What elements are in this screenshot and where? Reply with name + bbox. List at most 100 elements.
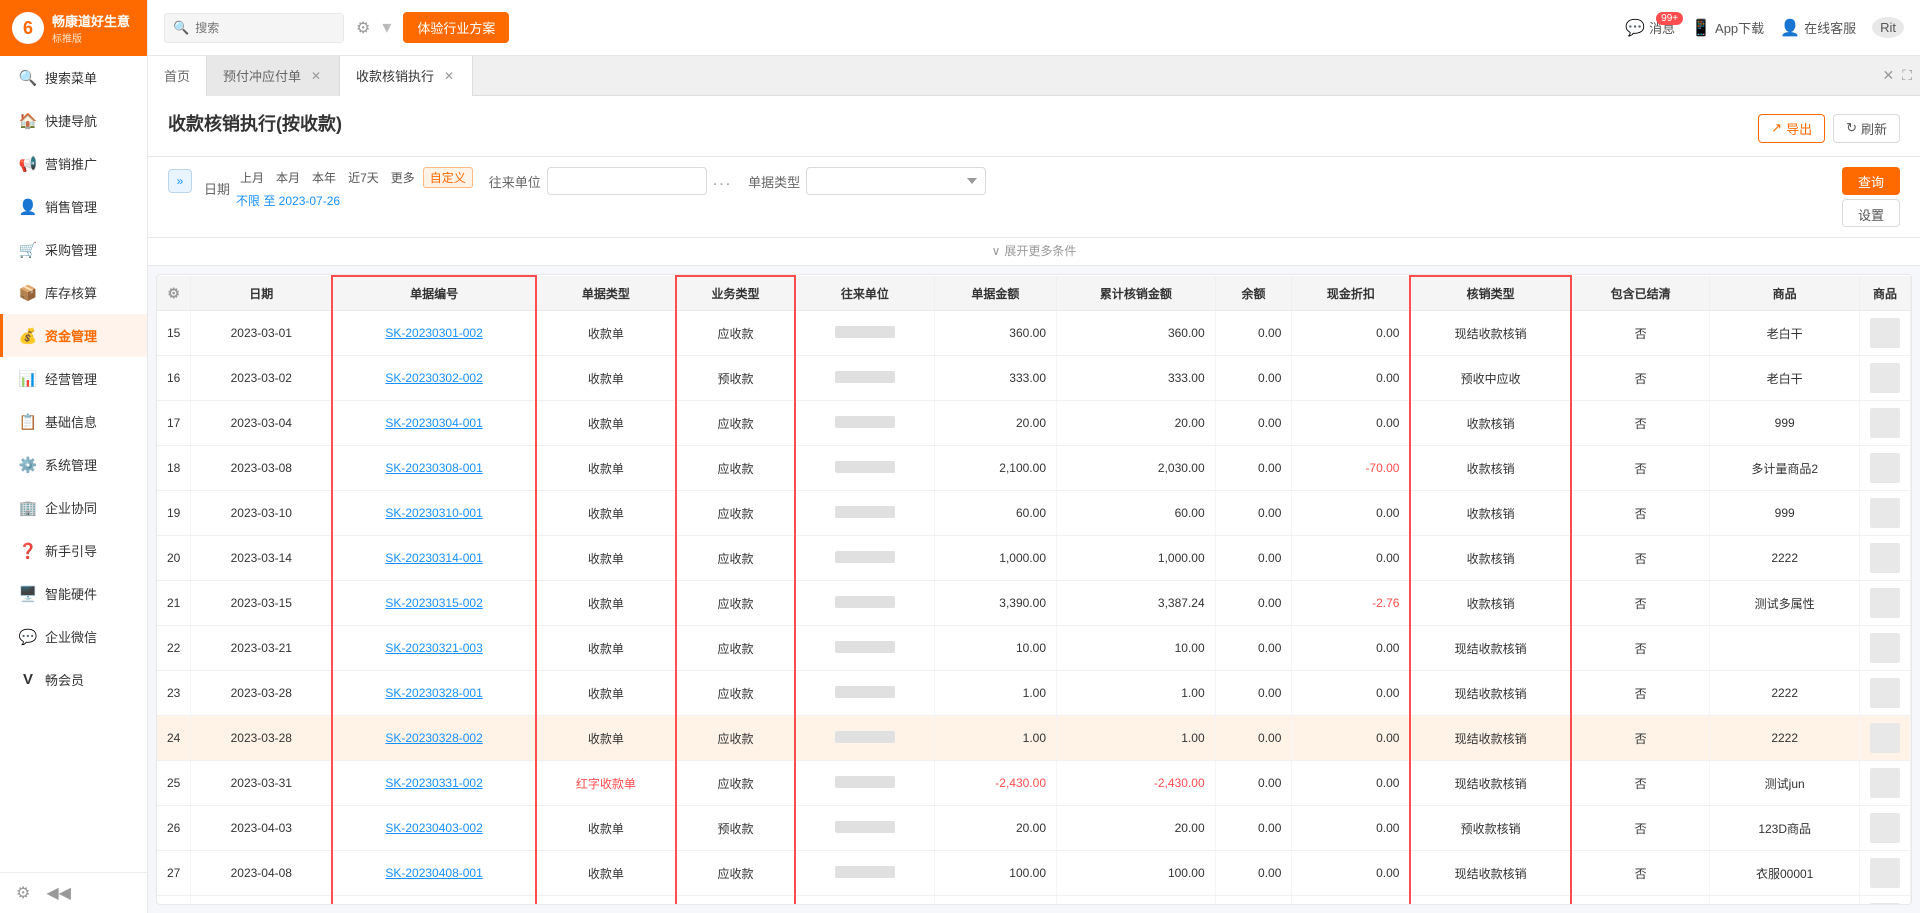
cell-date: 2023-03-31 — [191, 761, 332, 806]
sidebar-item-capital[interactable]: 💰 资金管理 — [0, 314, 147, 357]
sidebar-item-inventory[interactable]: 📦 库存核算 — [0, 271, 147, 314]
settings-filter-button[interactable]: 设置 — [1842, 199, 1900, 227]
sidebar-item-operations[interactable]: 📊 经营管理 — [0, 357, 147, 400]
cell-order-no[interactable]: SK-20230321-003 — [332, 626, 536, 671]
th-order-no: 单据编号 — [332, 276, 536, 311]
sidebar-item-system[interactable]: ⚙️ 系统管理 — [0, 443, 147, 486]
cell-party — [795, 311, 934, 356]
cell-goods: 123D商品 — [1710, 806, 1860, 851]
cell-include-settled: 否 — [1571, 896, 1710, 906]
cell-biz-type: 应收款 — [676, 851, 795, 896]
table-container[interactable]: ⚙ 日期 单据编号 单据类型 业务类型 往来单位 单据金额 累计核销金额 余额 … — [156, 274, 1912, 905]
tab-maximize-button[interactable]: ⛶ — [1902, 67, 1912, 84]
this-month-btn[interactable]: 本月 — [272, 167, 304, 188]
sidebar-item-guide[interactable]: ❓ 新手引导 — [0, 529, 147, 572]
cell-order-no[interactable]: SK-20230304-001 — [332, 401, 536, 446]
th-settings[interactable]: ⚙ — [157, 276, 191, 311]
enterprise-icon: 🏢 — [19, 499, 37, 517]
sidebar-nav: 🔍 搜索菜单 🏠 快捷导航 📢 营销推广 👤 销售管理 🛒 采购管理 📦 库存核… — [0, 56, 147, 872]
cell-cash-discount: 0.00 — [1292, 356, 1411, 401]
sidebar-item-member[interactable]: V 畅会员 — [0, 658, 147, 701]
cell-order-no[interactable]: SK-20230418-001 — [332, 896, 536, 906]
cell-amount: 1,000.00 — [934, 536, 1056, 581]
search-input[interactable] — [195, 21, 315, 35]
cell-goods-img — [1860, 311, 1911, 356]
tab-prepay-invoice[interactable]: 预付冲应付单 ✕ — [207, 56, 340, 96]
topbar-search-box[interactable]: 🔍 — [164, 13, 344, 43]
table-row: 252023-03-31SK-20230331-002红字收款单应收款-2,43… — [157, 761, 1911, 806]
custom-date-btn[interactable]: 自定义 — [423, 167, 473, 188]
cell-goods: 2222 — [1710, 716, 1860, 761]
cell-writeoff-amount: 360.00 — [1057, 311, 1216, 356]
sidebar-item-quick-nav[interactable]: 🏠 快捷导航 — [0, 99, 147, 142]
notification-icon: 💬 — [1625, 18, 1645, 38]
tab-write-off[interactable]: 收款核销执行 ✕ — [340, 56, 473, 96]
cell-order-no[interactable]: SK-20230408-001 — [332, 851, 536, 896]
cell-writeoff-type: 现结收款核销 — [1410, 896, 1570, 906]
cell-amount: 2,100.00 — [934, 446, 1056, 491]
logo-text: 畅康道好生意 标推版 — [52, 11, 130, 45]
party-dots-button[interactable]: ... — [713, 172, 732, 190]
th-cash-discount: 现金折扣 — [1292, 276, 1411, 311]
notification-item[interactable]: 💬 消息 99+ — [1625, 18, 1675, 38]
cell-balance: 0.00 — [1215, 716, 1292, 761]
query-button[interactable]: 查询 — [1842, 167, 1900, 195]
sidebar-item-wechat[interactable]: 💬 企业微信 — [0, 615, 147, 658]
cell-include-settled: 否 — [1571, 716, 1710, 761]
cell-order-no[interactable]: SK-20230331-002 — [332, 761, 536, 806]
cell-goods: 2222 — [1710, 671, 1860, 716]
expand-more-button[interactable]: ∨ 展开更多条件 — [992, 242, 1077, 259]
notification-badge: 99+ — [1656, 12, 1683, 25]
sidebar-item-enterprise[interactable]: 🏢 企业协同 — [0, 486, 147, 529]
last-month-btn[interactable]: 上月 — [236, 167, 268, 188]
sidebar-item-search[interactable]: 🔍 搜索菜单 — [0, 56, 147, 99]
last-7-days-btn[interactable]: 近7天 — [344, 167, 383, 188]
sidebar-item-sales[interactable]: 👤 销售管理 — [0, 185, 147, 228]
tab-prepay-close-button[interactable]: ✕ — [309, 69, 323, 83]
gear-icon[interactable]: ⚙ — [356, 18, 370, 38]
th-writeoff-type: 核销类型 — [1410, 276, 1570, 311]
user-info[interactable]: Rit — [1872, 20, 1904, 35]
th-biz-type: 业务类型 — [676, 276, 795, 311]
cell-order-no[interactable]: SK-20230315-002 — [332, 581, 536, 626]
more-date-btn[interactable]: 更多 — [387, 167, 419, 188]
settings-icon[interactable]: ⚙ — [16, 883, 30, 903]
cell-writeoff-amount: 3,387.24 — [1057, 581, 1216, 626]
cell-include-settled: 否 — [1571, 851, 1710, 896]
export-button[interactable]: ↗ 导出 — [1758, 114, 1825, 143]
tab-write-off-close-button[interactable]: ✕ — [442, 69, 456, 83]
table-row: 182023-03-08SK-20230308-001收款单应收款2,100.0… — [157, 446, 1911, 491]
cell-writeoff-type: 现结收款核销 — [1410, 716, 1570, 761]
cell-order-no[interactable]: SK-20230301-002 — [332, 311, 536, 356]
refresh-button[interactable]: ↻ 刷新 — [1833, 114, 1900, 143]
cell-order-no[interactable]: SK-20230308-001 — [332, 446, 536, 491]
cell-balance: 0.00 — [1215, 761, 1292, 806]
cell-order-no[interactable]: SK-20230314-001 — [332, 536, 536, 581]
sidebar-item-purchase[interactable]: 🛒 采购管理 — [0, 228, 147, 271]
tab-home[interactable]: 首页 — [148, 56, 207, 96]
sidebar-item-marketing[interactable]: 📢 营销推广 — [0, 142, 147, 185]
this-year-btn[interactable]: 本年 — [308, 167, 340, 188]
filter-toggle-button[interactable]: » — [168, 169, 192, 193]
cell-goods-img — [1860, 356, 1911, 401]
cell-order-no[interactable]: SK-20230328-001 — [332, 671, 536, 716]
cell-order-no[interactable]: SK-20230302-002 — [332, 356, 536, 401]
cell-order-no[interactable]: SK-20230403-002 — [332, 806, 536, 851]
collapse-icon[interactable]: ◀◀ — [46, 883, 71, 903]
industry-solution-button[interactable]: 体验行业方案 — [403, 12, 509, 43]
cell-goods: 老白干 — [1710, 356, 1860, 401]
voucher-type-select[interactable] — [806, 167, 986, 195]
sidebar-item-basic[interactable]: 📋 基础信息 — [0, 400, 147, 443]
cell-order-no[interactable]: SK-20230328-002 — [332, 716, 536, 761]
online-service-item[interactable]: 👤 在线客服 — [1780, 18, 1856, 38]
cell-date: 2023-03-01 — [191, 311, 332, 356]
app-download-item[interactable]: 📱 App下载 — [1691, 18, 1764, 38]
tab-close-all-button[interactable]: ✕ — [1882, 67, 1894, 84]
expand-bar: ∨ 展开更多条件 — [148, 238, 1920, 266]
cell-amount: 20.00 — [934, 806, 1056, 851]
cell-order-no[interactable]: SK-20230310-001 — [332, 491, 536, 536]
sidebar-item-hardware[interactable]: 🖥️ 智能硬件 — [0, 572, 147, 615]
party-input[interactable] — [547, 167, 707, 195]
cell-include-settled: 否 — [1571, 356, 1710, 401]
cell-goods: 2222 — [1710, 896, 1860, 906]
